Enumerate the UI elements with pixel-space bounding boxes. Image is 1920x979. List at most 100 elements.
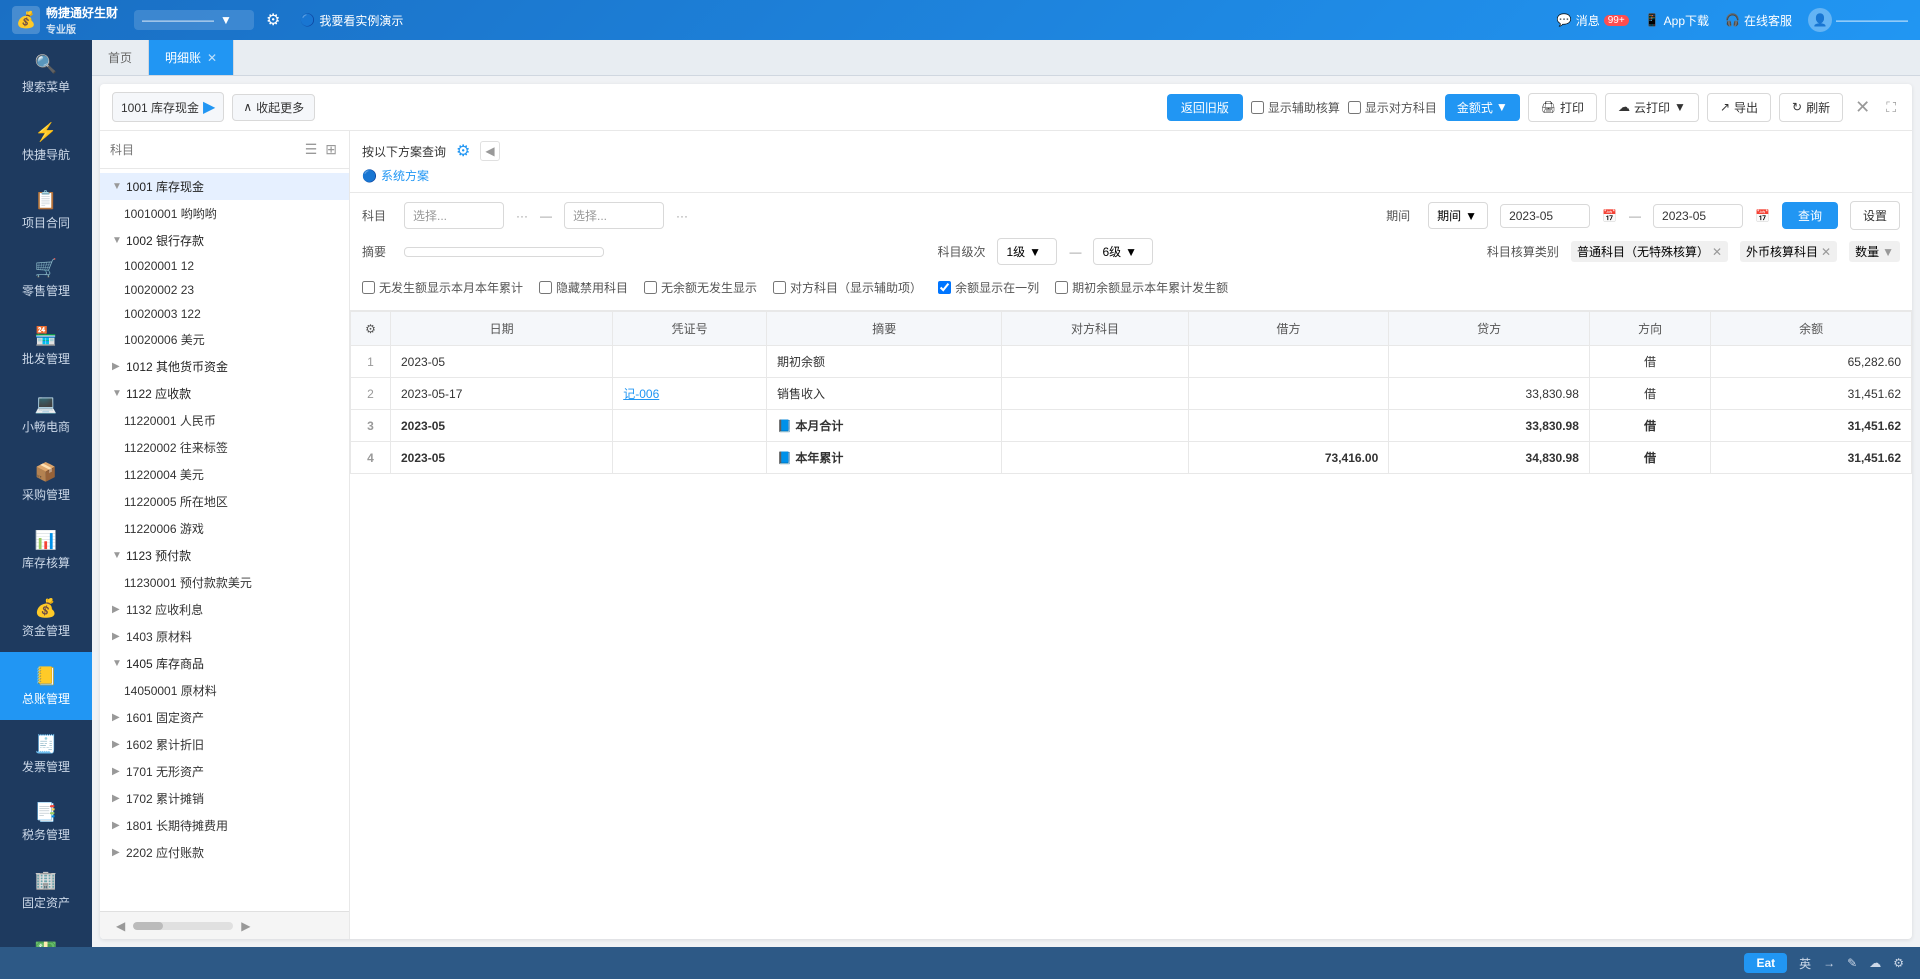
tree-item-2202[interactable]: ▶ 2202 应付账款: [100, 839, 349, 866]
beginning-show-input[interactable]: [1055, 281, 1068, 294]
style-btn[interactable]: 金额式 ▼: [1445, 94, 1520, 121]
message-btn[interactable]: 💬 消息 99+: [1557, 12, 1629, 29]
tree-item-10020002[interactable]: 10020002 23: [100, 278, 349, 302]
no-occurrence-input[interactable]: [362, 281, 375, 294]
level-start-select[interactable]: 1级 ▼: [997, 238, 1057, 265]
tree-item-1602[interactable]: ▶ 1602 累计折旧: [100, 731, 349, 758]
sidebar-item-assets[interactable]: 🏢 固定资产: [0, 856, 92, 924]
query-btn[interactable]: 查询: [1782, 202, 1838, 229]
tree-item-10020003[interactable]: 10020003 122: [100, 302, 349, 326]
close-window-btn[interactable]: ✕: [1851, 97, 1874, 118]
scroll-right-icon[interactable]: ▶: [237, 917, 254, 935]
language-btn[interactable]: 英: [1799, 955, 1811, 972]
collapse-btn[interactable]: ◀: [480, 141, 499, 161]
sidebar-item-capital[interactable]: 💰 资金管理: [0, 584, 92, 652]
no-balance-checkbox[interactable]: 无余额无发生显示: [644, 279, 757, 296]
edit-btn[interactable]: ✎: [1847, 956, 1857, 970]
subject-end-input[interactable]: 选择...: [564, 202, 664, 229]
gear-bottom-btn[interactable]: ⚙: [1893, 956, 1904, 970]
tab-home[interactable]: 首页: [92, 40, 149, 75]
sidebar-item-search[interactable]: 🔍 搜索菜单: [0, 40, 92, 108]
company-selector[interactable]: —————— ▼: [134, 10, 254, 30]
period-type-select[interactable]: 期间 ▼: [1428, 202, 1488, 229]
refresh-btn[interactable]: ↻ 刷新: [1779, 93, 1843, 122]
subject-input[interactable]: 选择...: [404, 202, 504, 229]
user-btn[interactable]: 👤 ——————: [1808, 8, 1908, 32]
balance-one-col-checkbox[interactable]: 余额显示在一列: [938, 279, 1039, 296]
show-opposite-checkbox[interactable]: 显示对方科目: [1348, 99, 1437, 116]
tree-item-11220001[interactable]: 11220001 人民币: [100, 407, 349, 434]
tree-item-1403[interactable]: ▶ 1403 原材料: [100, 623, 349, 650]
tree-item-1132[interactable]: ▶ 1132 应收利息: [100, 596, 349, 623]
account-search-input[interactable]: [110, 143, 299, 157]
tree-item-10020006[interactable]: 10020006 美元: [100, 326, 349, 353]
summary-input[interactable]: [404, 247, 604, 257]
sidebar-item-general[interactable]: 📒 总账管理: [0, 652, 92, 720]
settings-circle-icon[interactable]: ⚙: [454, 139, 472, 163]
tag1-close-icon[interactable]: ✕: [1712, 245, 1722, 259]
sidebar-item-quick[interactable]: ⚡ 快捷导航: [0, 108, 92, 176]
system-plan-btn[interactable]: 🔵 系统方案: [362, 167, 500, 184]
tree-item-1801[interactable]: ▶ 1801 长期待摊费用: [100, 812, 349, 839]
tree-item-11230001[interactable]: 11230001 预付款款美元: [100, 569, 349, 596]
expand-tree-icon[interactable]: ⊞: [323, 139, 339, 160]
return-old-btn[interactable]: 返回旧版: [1167, 94, 1243, 121]
level-end-select[interactable]: 6级 ▼: [1093, 238, 1153, 265]
voucher-link[interactable]: 记-006: [623, 387, 659, 401]
hide-disabled-input[interactable]: [539, 281, 552, 294]
tree-item-1001[interactable]: ▼ 1001 库存现金: [100, 173, 349, 200]
scroll-left-icon[interactable]: ◀: [112, 917, 129, 935]
row-voucher-2[interactable]: 记-006: [613, 378, 767, 410]
tree-item-11220002[interactable]: 11220002 往来标签: [100, 434, 349, 461]
tree-item-14050001[interactable]: 14050001 原材料: [100, 677, 349, 704]
hide-disabled-checkbox[interactable]: 隐藏禁用科目: [539, 279, 628, 296]
account-selector[interactable]: 1001 库存现金 ▶: [112, 92, 224, 122]
sidebar-item-salary[interactable]: 💵 工资: [0, 924, 92, 947]
tree-item-10010001[interactable]: 10010001 哟哟哟: [100, 200, 349, 227]
beginning-show-checkbox[interactable]: 期初余额显示本年累计发生额: [1055, 279, 1228, 296]
tree-item-11220006[interactable]: 11220006 游戏: [100, 515, 349, 542]
tree-item-1012[interactable]: ▶ 1012 其他货币资金: [100, 353, 349, 380]
tree-item-1701[interactable]: ▶ 1701 无形资产: [100, 758, 349, 785]
sidebar-item-project[interactable]: 📋 项目合同: [0, 176, 92, 244]
cloud-btn[interactable]: ☁: [1869, 956, 1881, 970]
show-aux-input[interactable]: [1251, 101, 1264, 114]
no-balance-input[interactable]: [644, 281, 657, 294]
tag3-close-icon[interactable]: ▼: [1882, 245, 1894, 259]
tree-item-1122[interactable]: ▼ 1122 应收款: [100, 380, 349, 407]
download-btn[interactable]: 📱 App下载: [1645, 12, 1709, 29]
show-aux-checkbox[interactable]: 显示辅助核算: [1251, 99, 1340, 116]
tree-item-1002[interactable]: ▼ 1002 银行存款: [100, 227, 349, 254]
arrow-btn[interactable]: →: [1823, 956, 1835, 970]
sidebar-item-invoice[interactable]: 🧾 发票管理: [0, 720, 92, 788]
tag2-close-icon[interactable]: ✕: [1821, 245, 1831, 259]
list-view-icon[interactable]: ☰: [303, 139, 320, 160]
show-opposite-input[interactable]: [1348, 101, 1361, 114]
period-end-input[interactable]: [1653, 204, 1743, 228]
tree-item-10020001[interactable]: 10020001 12: [100, 254, 349, 278]
tab-close-icon[interactable]: ✕: [207, 51, 217, 65]
tree-item-1123[interactable]: ▼ 1123 预付款: [100, 542, 349, 569]
opposite-subject-checkbox[interactable]: 对方科目（显示辅助项）: [773, 279, 922, 296]
tree-item-1702[interactable]: ▶ 1702 累计摊销: [100, 785, 349, 812]
balance-one-col-input[interactable]: [938, 281, 951, 294]
tree-item-11220004[interactable]: 11220004 美元: [100, 461, 349, 488]
expand-more-btn[interactable]: ∧ 收起更多: [232, 94, 315, 121]
cloud-print-btn[interactable]: ☁ 云打印 ▼: [1605, 93, 1699, 122]
sidebar-item-purchase[interactable]: 📦 采购管理: [0, 448, 92, 516]
export-btn[interactable]: ↗ 导出: [1707, 93, 1771, 122]
horizontal-scrollbar[interactable]: ◀ ▶: [112, 917, 254, 935]
sidebar-item-tax[interactable]: 📑 税务管理: [0, 788, 92, 856]
tab-detail[interactable]: 明细账 ✕: [149, 40, 234, 75]
settings-btn[interactable]: 设置: [1850, 201, 1900, 230]
scroll-track[interactable]: [133, 922, 233, 930]
period-start-input[interactable]: [1500, 204, 1590, 228]
sidebar-item-inventory[interactable]: 📊 库存核算: [0, 516, 92, 584]
sidebar-item-retail[interactable]: 🛒 零售管理: [0, 244, 92, 312]
sidebar-item-wholesale[interactable]: 🏪 批发管理: [0, 312, 92, 380]
sidebar-item-ecommerce[interactable]: 💻 小畅电商: [0, 380, 92, 448]
demo-link[interactable]: 🔵 我要看实例演示: [300, 12, 403, 29]
settings-icon[interactable]: ⚙: [262, 6, 284, 34]
tree-item-11220005[interactable]: 11220005 所在地区: [100, 488, 349, 515]
print-btn[interactable]: 🖨 打印: [1528, 93, 1597, 122]
